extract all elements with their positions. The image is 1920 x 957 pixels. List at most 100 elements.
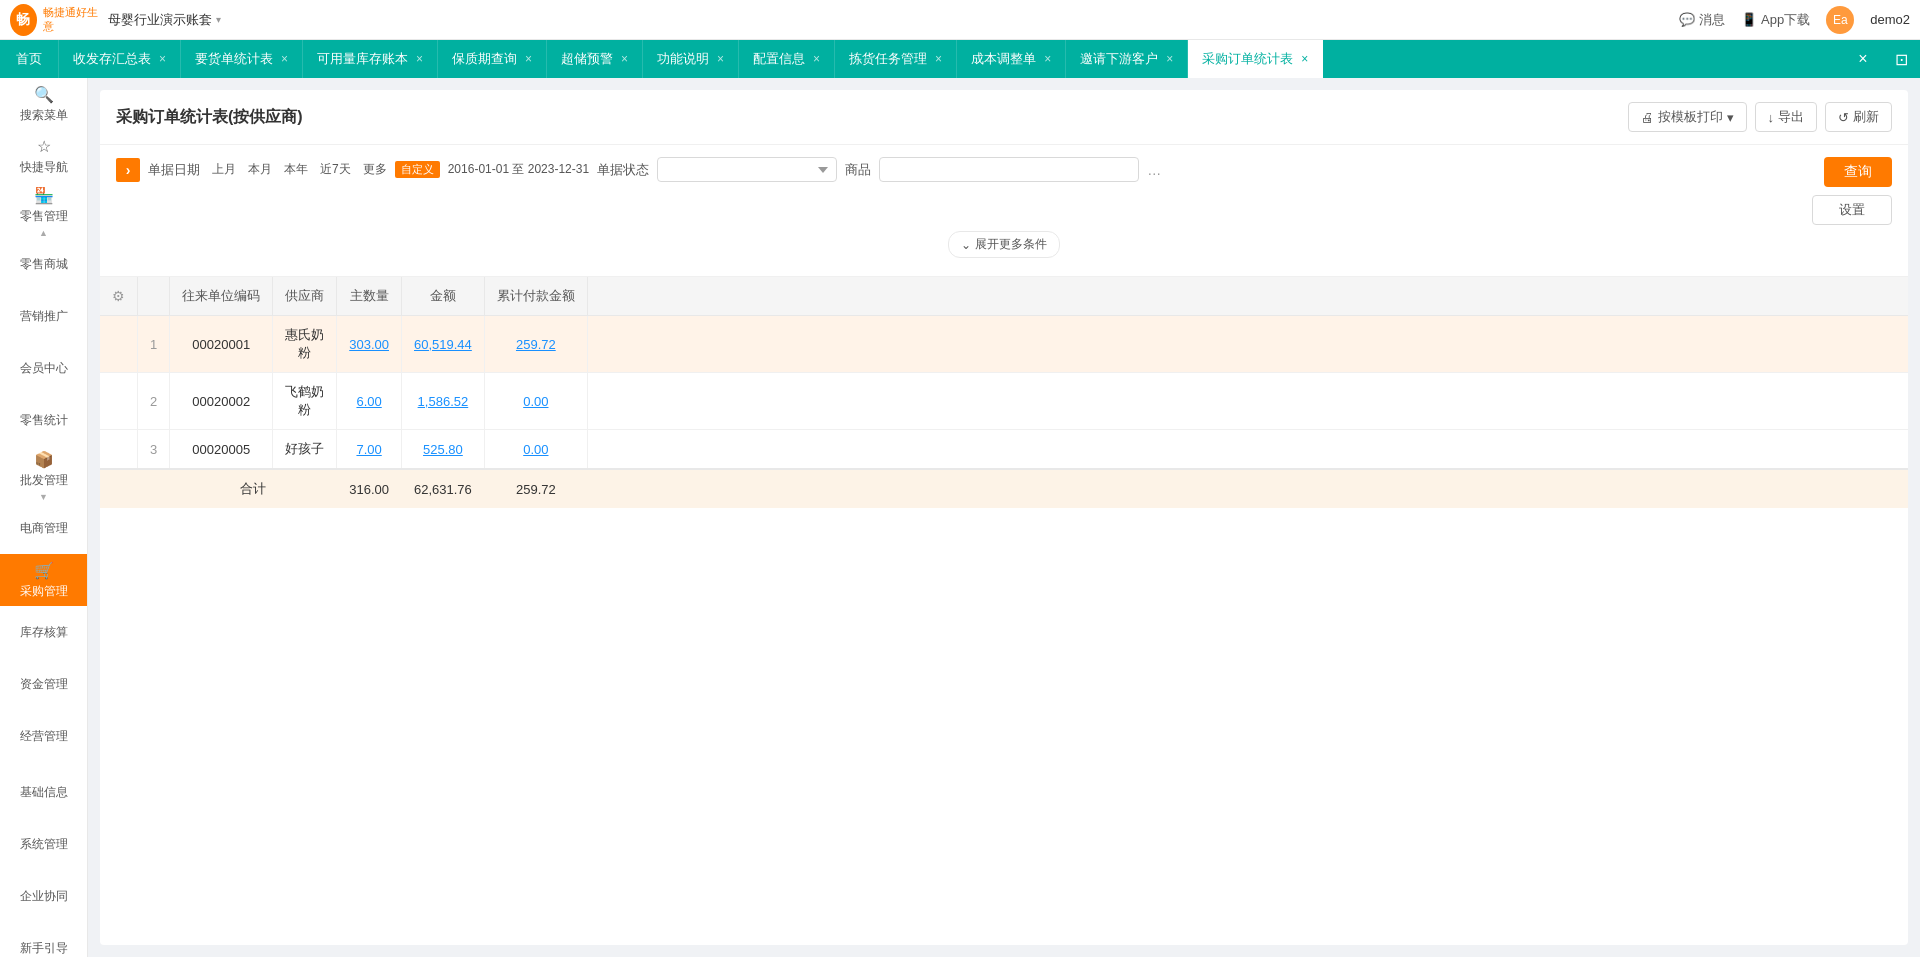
goods-more-icon[interactable]: … <box>1143 162 1165 178</box>
nav-tabs: 首页 收发存汇总表 × 要货单统计表 × 可用量库存账本 × 保质期查询 × 超… <box>0 40 1920 78</box>
row-main-qty-cell[interactable]: 7.00 <box>337 430 402 470</box>
sidebar-item-enterprise-collab[interactable]: 企业协同 <box>0 870 87 922</box>
template-print-button[interactable]: 🖨 按模板打印 ▾ <box>1628 102 1747 132</box>
sidebar-item-system-mgmt[interactable]: 系统管理 <box>0 818 87 870</box>
row-paid-amount-cell[interactable]: 259.72 <box>484 316 587 373</box>
shortcut-more[interactable]: 更多 <box>359 159 391 180</box>
expand-conditions-button[interactable]: ⌄ 展开更多条件 <box>948 231 1060 258</box>
row-supplier-code-cell: 00020002 <box>170 373 273 430</box>
close-all-tabs-button[interactable]: × <box>1844 40 1882 78</box>
shortcut-this-year[interactable]: 本年 <box>280 159 312 180</box>
row-main-qty-cell[interactable]: 6.00 <box>337 373 402 430</box>
status-filter-group: 单据状态 <box>597 157 837 182</box>
sidebar: 🔍 搜索菜单 ☆ 快捷导航 🏪 零售管理 ▲ 零售商城 营销推广 会员中心 零售… <box>0 78 88 957</box>
sidebar-item-retail-mgmt[interactable]: 🏪 零售管理 ▲ <box>0 186 87 238</box>
close-goods-stats-icon[interactable]: × <box>281 52 288 66</box>
close-cost-adjust-icon[interactable]: × <box>1044 52 1051 66</box>
fullscreen-button[interactable]: ⊡ <box>1882 40 1920 78</box>
table-footer: 合计 316.00 62,631.76 259.72 <box>100 469 1908 508</box>
status-select[interactable] <box>657 157 837 182</box>
refresh-label: 刷新 <box>1853 108 1879 126</box>
close-purchase-stats-icon[interactable]: × <box>1301 52 1308 66</box>
row-extra-cell <box>587 373 1908 430</box>
data-table: ⚙ 往来单位编码 供应商 主数量 金额 累计付款金额 <box>100 277 1908 508</box>
sidebar-item-retail-stats-label: 零售统计 <box>20 412 68 429</box>
row-paid-amount-cell[interactable]: 0.00 <box>484 373 587 430</box>
workspace-area: 母婴行业演示账套 ▾ <box>108 11 1669 29</box>
close-feature-desc-icon[interactable]: × <box>717 52 724 66</box>
close-overstock-warning-icon[interactable]: × <box>621 52 628 66</box>
sidebar-item-inventory-check[interactable]: 库存核算 <box>0 606 87 658</box>
query-button[interactable]: 查询 <box>1824 157 1892 187</box>
workspace-selector[interactable]: 母婴行业演示账套 ▾ <box>108 11 221 29</box>
sidebar-item-basic-info[interactable]: 基础信息 <box>0 766 87 818</box>
tab-expiry-query[interactable]: 保质期查询 × <box>438 40 547 78</box>
close-config-info-icon[interactable]: × <box>813 52 820 66</box>
tab-overstock-warning-label: 超储预警 <box>561 50 613 68</box>
sidebar-item-new-guide[interactable]: 新手引导 <box>0 922 87 957</box>
goods-input[interactable] <box>879 157 1139 182</box>
sidebar-item-finance-mgmt[interactable]: 资金管理 <box>0 658 87 710</box>
sidebar-item-search[interactable]: 🔍 搜索菜单 <box>0 78 87 130</box>
tab-overstock-warning[interactable]: 超储预警 × <box>547 40 643 78</box>
sidebar-item-marketing[interactable]: 营销推广 <box>0 290 87 342</box>
tab-home[interactable]: 首页 <box>0 40 59 78</box>
sidebar-item-purchase-mgmt[interactable]: 🛒 采购管理 <box>0 554 87 606</box>
shortcut-this-month[interactable]: 本月 <box>244 159 276 180</box>
settings-button[interactable]: 设置 <box>1812 195 1892 225</box>
retail-mgmt-icon: 🏪 <box>34 186 54 205</box>
row-amount-cell[interactable]: 525.80 <box>402 430 485 470</box>
row-main-qty-cell[interactable]: 303.00 <box>337 316 402 373</box>
tab-receive-summary[interactable]: 收发存汇总表 × <box>59 40 181 78</box>
message-button[interactable]: 💬 消息 <box>1679 11 1725 29</box>
filter-toggle-button[interactable]: › <box>116 158 140 182</box>
column-settings-icon[interactable]: ⚙ <box>112 288 125 304</box>
tab-goods-stats[interactable]: 要货单统计表 × <box>181 40 303 78</box>
row-amount-cell[interactable]: 60,519.44 <box>402 316 485 373</box>
sidebar-item-inventory-check-label: 库存核算 <box>20 624 68 641</box>
close-receive-summary-icon[interactable]: × <box>159 52 166 66</box>
row-paid-amount-cell[interactable]: 0.00 <box>484 430 587 470</box>
tab-cost-adjust-label: 成本调整单 <box>971 50 1036 68</box>
shortcut-last-month[interactable]: 上月 <box>208 159 240 180</box>
sidebar-item-wholesale-mgmt[interactable]: 📦 批发管理 ▼ <box>0 450 87 502</box>
tab-pickup-task[interactable]: 拣货任务管理 × <box>835 40 957 78</box>
user-name[interactable]: demo2 <box>1870 12 1910 27</box>
close-pickup-task-icon[interactable]: × <box>935 52 942 66</box>
wholesale-icon: 📦 <box>34 450 54 469</box>
sidebar-item-ops-mgmt[interactable]: 经营管理 <box>0 710 87 762</box>
tab-cost-adjust[interactable]: 成本调整单 × <box>957 40 1066 78</box>
row-num-cell: 2 <box>138 373 170 430</box>
tab-feature-desc[interactable]: 功能说明 × <box>643 40 739 78</box>
close-invite-downstream-icon[interactable]: × <box>1166 52 1173 66</box>
sidebar-item-search-label: 搜索菜单 <box>20 107 68 124</box>
shortcut-7days[interactable]: 近7天 <box>316 159 355 180</box>
refresh-button[interactable]: ↺ 刷新 <box>1825 102 1892 132</box>
sidebar-item-ecommerce-mgmt[interactable]: 电商管理 <box>0 502 87 554</box>
table-row: 2 00020002 飞鹤奶粉 6.00 1,586.52 0.00 <box>100 373 1908 430</box>
summary-extra-cell <box>587 469 1908 508</box>
custom-date-badge[interactable]: 自定义 <box>395 161 440 178</box>
close-expiry-query-icon[interactable]: × <box>525 52 532 66</box>
tab-purchase-stats[interactable]: 采购订单统计表 × <box>1188 40 1323 78</box>
app-download-button[interactable]: 📱 App下载 <box>1741 11 1810 29</box>
tab-invite-downstream[interactable]: 邀请下游客户 × <box>1066 40 1188 78</box>
row-supplier-code-cell: 00020001 <box>170 316 273 373</box>
th-row-num <box>138 277 170 316</box>
sidebar-item-member-center[interactable]: 会员中心 <box>0 342 87 394</box>
sidebar-item-purchase-mgmt-label: 采购管理 <box>20 583 68 600</box>
table-header: ⚙ 往来单位编码 供应商 主数量 金额 累计付款金额 <box>100 277 1908 316</box>
close-available-inventory-icon[interactable]: × <box>416 52 423 66</box>
tab-available-inventory[interactable]: 可用量库存账本 × <box>303 40 438 78</box>
export-button[interactable]: ↓ 导出 <box>1755 102 1818 132</box>
sidebar-item-quick-nav[interactable]: ☆ 快捷导航 <box>0 130 87 182</box>
star-icon: ☆ <box>37 137 51 156</box>
logo: 畅 畅捷通好生意 <box>10 4 98 36</box>
table-container: ⚙ 往来单位编码 供应商 主数量 金额 累计付款金额 <box>100 277 1908 945</box>
row-amount-cell[interactable]: 1,586.52 <box>402 373 485 430</box>
tab-config-info[interactable]: 配置信息 × <box>739 40 835 78</box>
row-extra-cell <box>587 430 1908 470</box>
sidebar-item-retail-stats[interactable]: 零售统计 <box>0 394 87 446</box>
sidebar-item-retail-mall[interactable]: 零售商城 <box>0 238 87 290</box>
goods-filter-group: 商品 … <box>845 157 1165 182</box>
